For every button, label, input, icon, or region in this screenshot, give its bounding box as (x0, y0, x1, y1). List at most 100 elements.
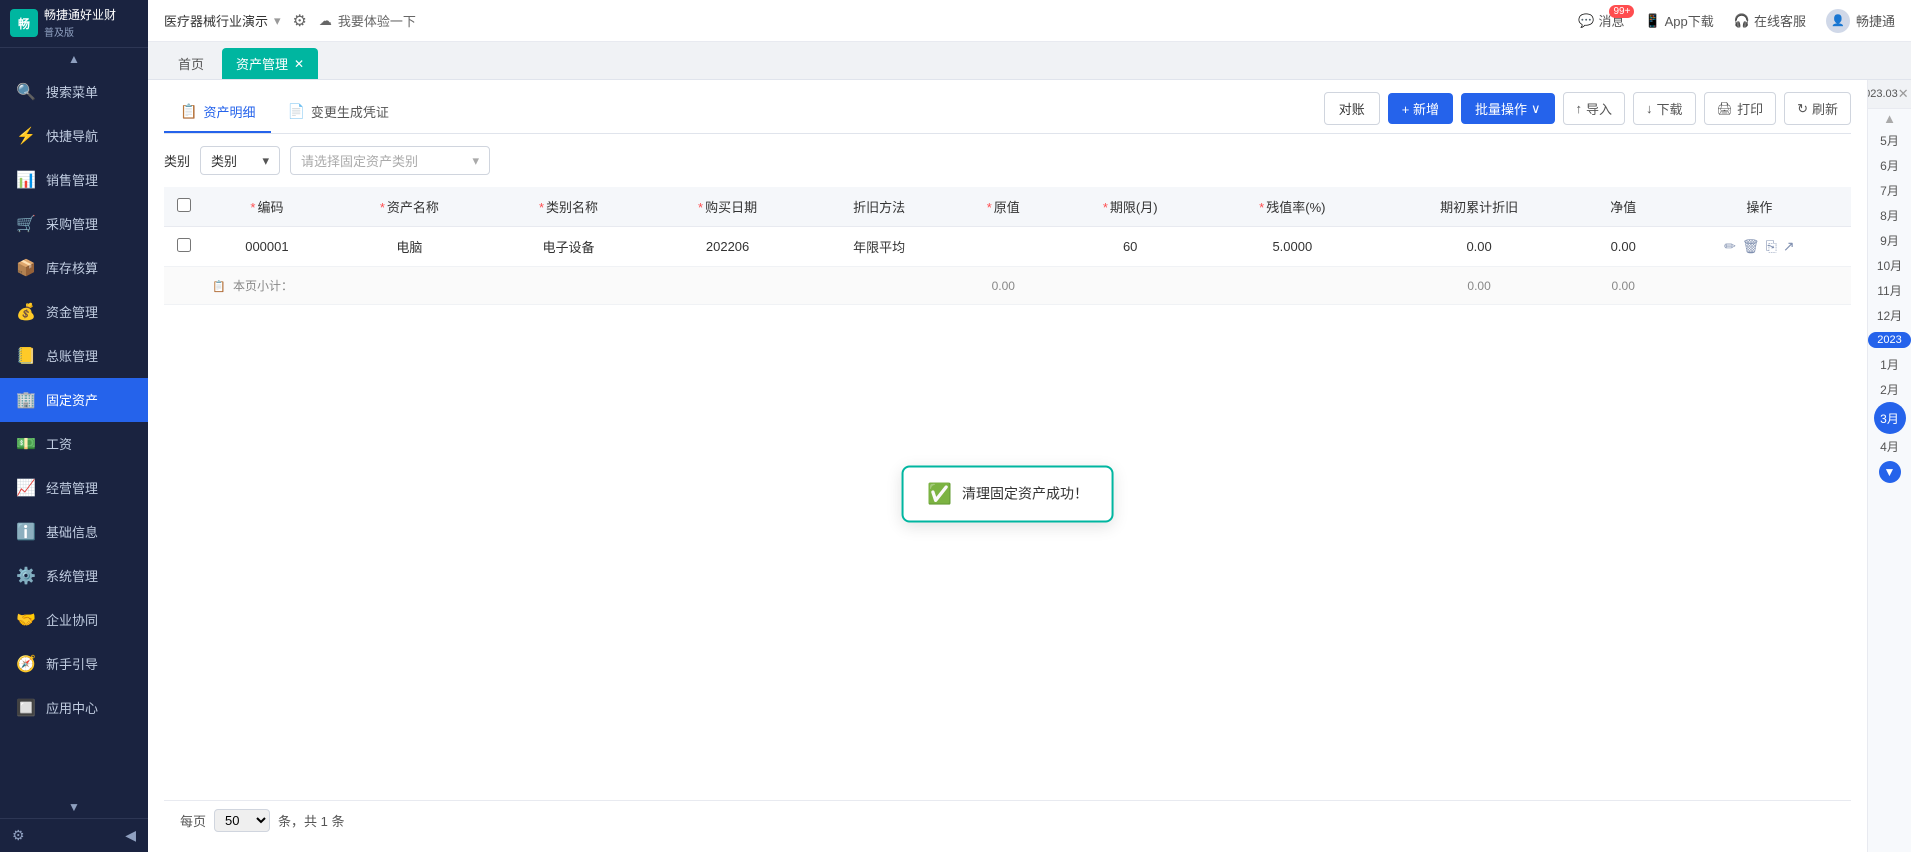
import-button[interactable]: ↑ 导入 (1563, 92, 1626, 125)
calendar-month-12[interactable]: 12月 (1868, 303, 1911, 328)
per-page-label: 每页 (180, 811, 206, 830)
row-checkbox[interactable] (177, 238, 191, 252)
settings-icon[interactable]: ⚙ (12, 827, 25, 844)
sidebar-item-funds[interactable]: 💰 资金管理 (0, 290, 148, 334)
calendar-months-wrap: ▲ 5月 6月 7月 8月 9月 10月 11月 12月 2023 1月 2月 … (1868, 109, 1911, 485)
calendar-month-8[interactable]: 8月 (1868, 203, 1911, 228)
calendar-month-1[interactable]: 1月 (1868, 352, 1911, 377)
avatar: 👤 (1826, 9, 1850, 33)
sidebar-scroll-up[interactable]: ▲ (0, 48, 148, 70)
sales-icon: 📊 (16, 170, 36, 190)
sidebar-item-system[interactable]: ⚙️ 系统管理 (0, 554, 148, 598)
sidebar-item-sales[interactable]: 📊 销售管理 (0, 158, 148, 202)
sidebar-item-fixed-assets-label: 固定资产 (46, 390, 98, 409)
sidebar-item-apps-label: 应用中心 (46, 698, 98, 717)
experience-icon: ☁ (319, 13, 332, 29)
topbar-gear-icon[interactable]: ⚙ (293, 11, 307, 31)
subtotal-original: 0.00 (951, 267, 1055, 305)
voucher-icon: 📄 (287, 103, 304, 120)
detail-icon: 📋 (180, 103, 197, 120)
calendar-month-9[interactable]: 9月 (1868, 228, 1911, 253)
sidebar-scroll-down[interactable]: ▼ (0, 796, 148, 818)
category-type-select[interactable]: 类别 ▾ (200, 146, 280, 175)
sidebar-item-search[interactable]: 🔍 搜索菜单 (0, 70, 148, 114)
header-period-months: *期限(月) (1055, 187, 1205, 227)
filter-label: 类别 (164, 151, 190, 170)
calendar-scroll-down-btn[interactable]: ▼ (1879, 459, 1901, 485)
sidebar-item-guide[interactable]: 🧭 新手引导 (0, 642, 148, 686)
tab-close-icon[interactable]: ✕ (294, 57, 304, 71)
sidebar-item-operations[interactable]: 📈 经营管理 (0, 466, 148, 510)
refresh-button[interactable]: ↻ 刷新 (1784, 92, 1851, 125)
row-depreciation-method: 年限平均 (807, 227, 951, 267)
sidebar-item-system-label: 系统管理 (46, 566, 98, 585)
headset-icon: 🎧 (1734, 13, 1750, 29)
sidebar-item-purchase[interactable]: 🛒 采购管理 (0, 202, 148, 246)
app-download-button[interactable]: 📱 App下载 (1644, 11, 1713, 30)
calendar-month-2[interactable]: 2月 (1868, 377, 1911, 402)
user-menu[interactable]: 👤 畅捷通 (1826, 9, 1895, 33)
sidebar-item-inventory[interactable]: 📦 库存核算 (0, 246, 148, 290)
sub-tab-change-voucher-label: 变更生成凭证 (311, 102, 389, 121)
row-name: 电脑 (330, 227, 489, 267)
new-button[interactable]: + 新增 (1388, 93, 1453, 124)
batch-arrow-icon: ∨ (1531, 101, 1541, 117)
sub-tabs: 📋 资产明细 📄 变更生成凭证 对账 + 新增 批量操作 ∨ ↑ (164, 92, 1851, 134)
calendar-month-3-active[interactable]: 3月 (1874, 402, 1906, 434)
calendar-close-icon[interactable]: ✕ (1898, 86, 1909, 102)
download-label: 下载 (1657, 99, 1683, 118)
sidebar-item-basic-info-label: 基础信息 (46, 522, 98, 541)
sub-tab-change-voucher[interactable]: 📄 变更生成凭证 (271, 92, 404, 133)
per-page-select[interactable]: 50 100 200 (214, 809, 270, 832)
logo-text: 畅捷通好业财 (44, 8, 116, 24)
download-button[interactable]: ↓ 下载 (1633, 92, 1696, 125)
tab-asset-mgmt[interactable]: 资产管理 ✕ (222, 48, 318, 79)
sidebar-item-basic-info[interactable]: ℹ️ 基础信息 (0, 510, 148, 554)
filter-row: 类别 类别 ▾ 请选择固定资产类别 ▾ (164, 146, 1851, 175)
topbar: 医疗器械行业演示 ▾ ⚙ ☁ 我要体验一下 💬 消息 99+ 📱 App下载 🎧… (148, 0, 1911, 42)
account-button[interactable]: 对账 (1324, 92, 1380, 125)
sidebar-item-ledger[interactable]: 📒 总账管理 (0, 334, 148, 378)
batch-button[interactable]: 批量操作 ∨ (1461, 93, 1555, 124)
company-name: 医疗器械行业演示 (164, 11, 268, 30)
experience-button[interactable]: ☁ 我要体验一下 (319, 11, 416, 30)
delete-icon[interactable]: 🗑 (1742, 238, 1760, 255)
select-all-checkbox[interactable] (177, 198, 191, 212)
calendar-month-11[interactable]: 11月 (1868, 278, 1911, 303)
success-toast: ✅ 清理固定资产成功！ (901, 465, 1114, 522)
sub-tab-asset-detail[interactable]: 📋 资产明细 (164, 92, 271, 133)
subtotal-label: 📋 本页小计： (204, 267, 951, 305)
header-operation: 操作 (1668, 187, 1851, 227)
sidebar-item-quick-nav[interactable]: ⚡ 快捷导航 (0, 114, 148, 158)
sidebar-item-apps[interactable]: 🔲 应用中心 (0, 686, 148, 730)
calendar-month-5[interactable]: 5月 (1868, 128, 1911, 153)
success-icon: ✅ (927, 481, 952, 506)
message-button[interactable]: 💬 消息 99+ (1578, 11, 1624, 30)
refresh-label: 刷新 (1812, 99, 1838, 118)
service-button[interactable]: 🎧 在线客服 (1734, 11, 1806, 30)
sidebar-item-payroll[interactable]: 💵 工资 (0, 422, 148, 466)
calendar-month-6[interactable]: 6月 (1868, 153, 1911, 178)
avatar-icon: 👤 (1831, 14, 1845, 27)
more-icon[interactable]: ↗ (1783, 238, 1795, 255)
scroll-down-circle: ▼ (1879, 461, 1901, 483)
collapse-icon[interactable]: ◀ (125, 827, 136, 844)
print-label: 打印 (1737, 99, 1763, 118)
company-selector[interactable]: 医疗器械行业演示 ▾ (164, 11, 281, 30)
bottom-bar: 每页 50 100 200 条，共 1 条 (164, 800, 1851, 840)
calendar-scroll-up-btn[interactable]: ▲ (1883, 109, 1896, 128)
search-icon: 🔍 (16, 82, 36, 102)
calendar-month-4[interactable]: 4月 (1868, 434, 1911, 459)
calendar-panel: 2023.03 ✕ ⤢ ▲ 5月 6月 7月 8月 9月 10月 11月 12月… (1867, 80, 1911, 852)
category-select[interactable]: 请选择固定资产类别 ▾ (290, 146, 490, 175)
sidebar-item-enterprise[interactable]: 🤝 企业协同 (0, 598, 148, 642)
tab-home[interactable]: 首页 (164, 48, 218, 79)
refresh-icon: ↻ (1797, 101, 1808, 117)
sidebar-item-fixed-assets[interactable]: 🏢 固定资产 (0, 378, 148, 422)
calendar-month-7[interactable]: 7月 (1868, 178, 1911, 203)
copy-icon[interactable]: ⎘ (1766, 238, 1777, 255)
edit-icon[interactable]: ✏ (1724, 238, 1736, 255)
calendar-month-10[interactable]: 10月 (1868, 253, 1911, 278)
chevron-up-icon: ▲ (68, 52, 80, 66)
print-button[interactable]: 🖨 打印 (1704, 92, 1777, 125)
